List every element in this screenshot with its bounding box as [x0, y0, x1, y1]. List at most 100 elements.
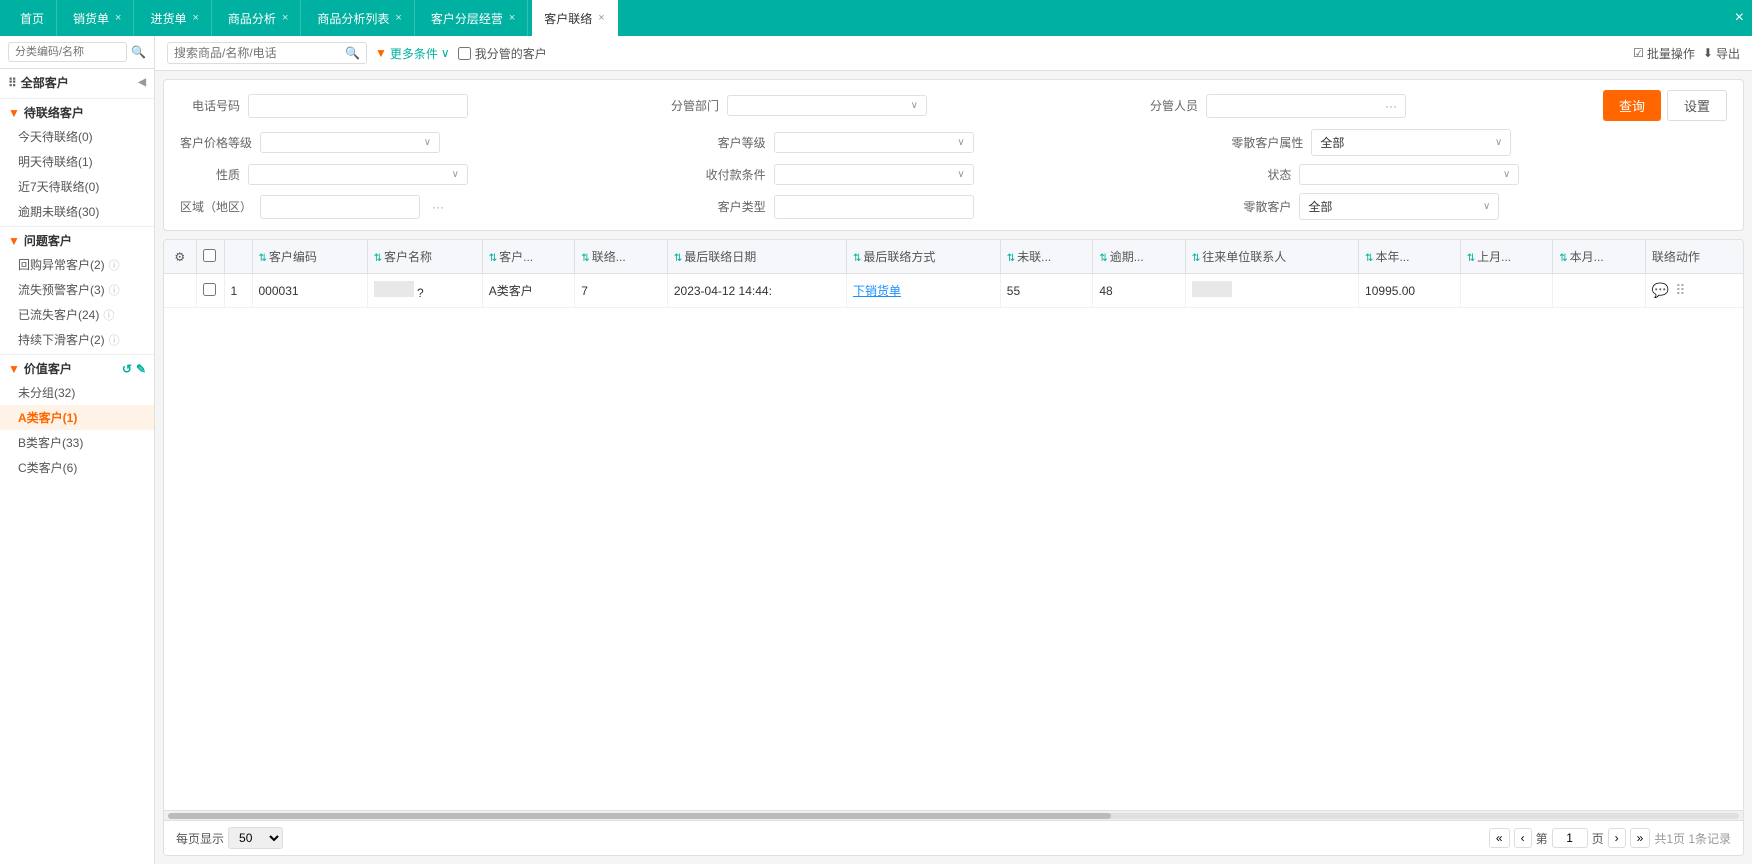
help-icon: ⓘ — [109, 257, 120, 273]
qr-icon[interactable]: ⠿ — [1675, 282, 1685, 299]
department-select[interactable]: ∨ — [727, 95, 927, 116]
retail-customer-select[interactable]: 全部 ∨ — [1299, 193, 1499, 220]
close-customer-manage-tab[interactable]: × — [509, 12, 515, 24]
nature-select[interactable]: ∨ — [248, 164, 468, 185]
col-no-contact[interactable]: ⇅未联... — [1000, 240, 1093, 274]
content-area: 🔍 ▼ 更多条件 ∨ 我分管的客户 ☑ 批量操作 ⬇ 导出 — [155, 36, 1752, 864]
query-button[interactable]: 查询 — [1603, 90, 1661, 121]
customer-type-input[interactable] — [774, 195, 974, 219]
my-customers-checkbox[interactable] — [458, 47, 471, 60]
sidebar-group-problem[interactable]: ▼ 问题客户 — [0, 226, 154, 252]
dots-icon[interactable]: ··· — [1385, 99, 1397, 113]
scrollbar-track — [168, 813, 1739, 819]
sidebar-item-loss-warning[interactable]: 流失预警客户(3) ⓘ — [0, 277, 154, 302]
manager-select[interactable]: ··· — [1206, 94, 1406, 118]
nav-tab-analysis[interactable]: 商品分析 × — [216, 0, 301, 36]
cell-gear — [164, 274, 196, 308]
main-layout: 🔍 ⠿ 全部客户 ◀ ▼ 待联络客户 今天待联络(0) 明天待联络(1) 近7天… — [0, 36, 1752, 864]
search-icon[interactable]: 🔍 — [345, 46, 360, 60]
more-filter-button[interactable]: ▼ 更多条件 ∨ — [375, 45, 450, 62]
close-window-button[interactable]: × — [1735, 9, 1744, 27]
col-company-contacts[interactable]: ⇅往来单位联系人 — [1185, 240, 1358, 274]
cell-this-year: 10995.00 — [1359, 274, 1461, 308]
comment-icon[interactable]: 💬 — [1652, 282, 1669, 299]
sidebar-group-pending[interactable]: ▼ 待联络客户 — [0, 98, 154, 124]
sidebar-group-value[interactable]: ▼ 价值客户 ↺ ✎ — [0, 354, 154, 380]
sidebar-item-lost[interactable]: 已流失客户(24) ⓘ — [0, 302, 154, 327]
status-select[interactable]: ∨ — [1299, 164, 1519, 185]
phone-input[interactable] — [248, 94, 468, 118]
my-customers-wrap: 我分管的客户 — [458, 45, 547, 62]
close-analysis-tab[interactable]: × — [282, 12, 288, 24]
close-analysis-list-tab[interactable]: × — [395, 12, 401, 24]
col-type[interactable]: ⇅客户... — [482, 240, 575, 274]
batch-ops-button[interactable]: ☑ 批量操作 — [1633, 45, 1695, 62]
filter-status: 状态 ∨ — [1231, 164, 1727, 185]
col-last-month[interactable]: ⇅上月... — [1460, 240, 1553, 274]
col-contacts[interactable]: ⇅联络... — [575, 240, 668, 274]
select-all-checkbox[interactable] — [203, 249, 216, 262]
last-page-button[interactable]: » — [1630, 828, 1651, 848]
retail-attr-select[interactable]: 全部 ∨ — [1311, 129, 1511, 156]
nav-tab-home[interactable]: 首页 — [8, 0, 57, 36]
next-page-button[interactable]: › — [1608, 828, 1626, 848]
export-button[interactable]: ⬇ 导出 — [1703, 45, 1740, 62]
cell-name: ? — [367, 274, 482, 308]
sidebar-item-overdue[interactable]: 逾期未联络(30) — [0, 199, 154, 224]
sidebar-item-7days[interactable]: 近7天待联络(0) — [0, 174, 154, 199]
sidebar-item-class-b[interactable]: B类客户(33) — [0, 430, 154, 455]
sidebar-search-icon[interactable]: 🔍 — [131, 45, 146, 59]
sidebar-item-class-a[interactable]: A类客户(1) — [0, 405, 154, 430]
col-code[interactable]: ⇅客户编码 — [252, 240, 367, 274]
sidebar-item-repurchase-abnormal[interactable]: 回购异常客户(2) ⓘ — [0, 252, 154, 277]
sidebar-item-ungrouped[interactable]: 未分组(32) — [0, 380, 154, 405]
close-purchase-tab[interactable]: × — [192, 12, 198, 24]
col-last-method[interactable]: ⇅最后联络方式 — [846, 240, 1000, 274]
nav-tab-sales[interactable]: 销货单 × — [61, 0, 134, 36]
cell-index: 1 — [224, 274, 252, 308]
horizontal-scrollbar[interactable] — [164, 810, 1743, 820]
nav-tab-purchase[interactable]: 进货单 × — [138, 0, 211, 36]
cell-checkbox — [196, 274, 224, 308]
row-checkbox[interactable] — [203, 283, 216, 296]
payment-select[interactable]: ∨ — [774, 164, 974, 185]
arrow-down-icon2: ▼ — [8, 234, 20, 248]
search-input[interactable] — [174, 46, 345, 60]
batch-icon: ☑ — [1633, 46, 1644, 60]
sidebar-item-declining[interactable]: 持续下滑客户(2) ⓘ — [0, 327, 154, 352]
sidebar-item-today[interactable]: 今天待联络(0) — [0, 124, 154, 149]
col-settings[interactable]: ⚙ — [164, 240, 196, 274]
col-overdue[interactable]: ⇅逾期... — [1093, 240, 1186, 274]
filter-region: 区域（地区） ··· — [180, 195, 676, 219]
nav-tab-customer-manage[interactable]: 客户分层经营 × — [419, 0, 528, 36]
sidebar-item-class-c[interactable]: C类客户(6) — [0, 455, 154, 480]
col-this-month[interactable]: ⇅本月... — [1553, 240, 1646, 274]
customer-level-select[interactable]: ∨ — [774, 132, 974, 153]
sidebar-search-input[interactable] — [8, 42, 127, 62]
arrow-down-icon: ▼ — [8, 106, 20, 120]
col-this-year[interactable]: ⇅本年... — [1359, 240, 1461, 274]
sidebar-all-customers[interactable]: ⠿ 全部客户 ◀ — [0, 69, 154, 96]
sidebar-item-tomorrow[interactable]: 明天待联络(1) — [0, 149, 154, 174]
price-level-select[interactable]: ∨ — [260, 132, 440, 153]
settings-button[interactable]: 设置 — [1667, 90, 1727, 121]
edit-icon[interactable]: ✎ — [136, 362, 146, 376]
prev-page-button[interactable]: ‹ — [1514, 828, 1532, 848]
region-dots-icon[interactable]: ··· — [432, 200, 444, 214]
nav-tab-analysis-list[interactable]: 商品分析列表 × — [305, 0, 414, 36]
region-input[interactable] — [260, 195, 420, 219]
close-customer-contact-tab[interactable]: × — [598, 12, 604, 24]
nav-tab-customer-contact[interactable]: 客户联络 × — [532, 0, 617, 36]
first-page-button[interactable]: « — [1489, 828, 1510, 848]
close-sales-tab[interactable]: × — [115, 12, 121, 24]
refresh-icon[interactable]: ↺ — [122, 362, 132, 376]
col-name[interactable]: ⇅客户名称 — [367, 240, 482, 274]
cell-no-contact: 55 — [1000, 274, 1093, 308]
col-last-date[interactable]: ⇅最后联络日期 — [667, 240, 846, 274]
page-input[interactable] — [1552, 828, 1588, 848]
last-method-link[interactable]: 下销货单 — [853, 284, 901, 298]
page-size-select[interactable]: 50 100 200 — [228, 827, 283, 849]
toolbar-right: ☑ 批量操作 ⬇ 导出 — [1633, 45, 1740, 62]
filter-department: 分管部门 ∨ — [659, 95, 1108, 116]
scrollbar-thumb[interactable] — [168, 813, 1111, 819]
